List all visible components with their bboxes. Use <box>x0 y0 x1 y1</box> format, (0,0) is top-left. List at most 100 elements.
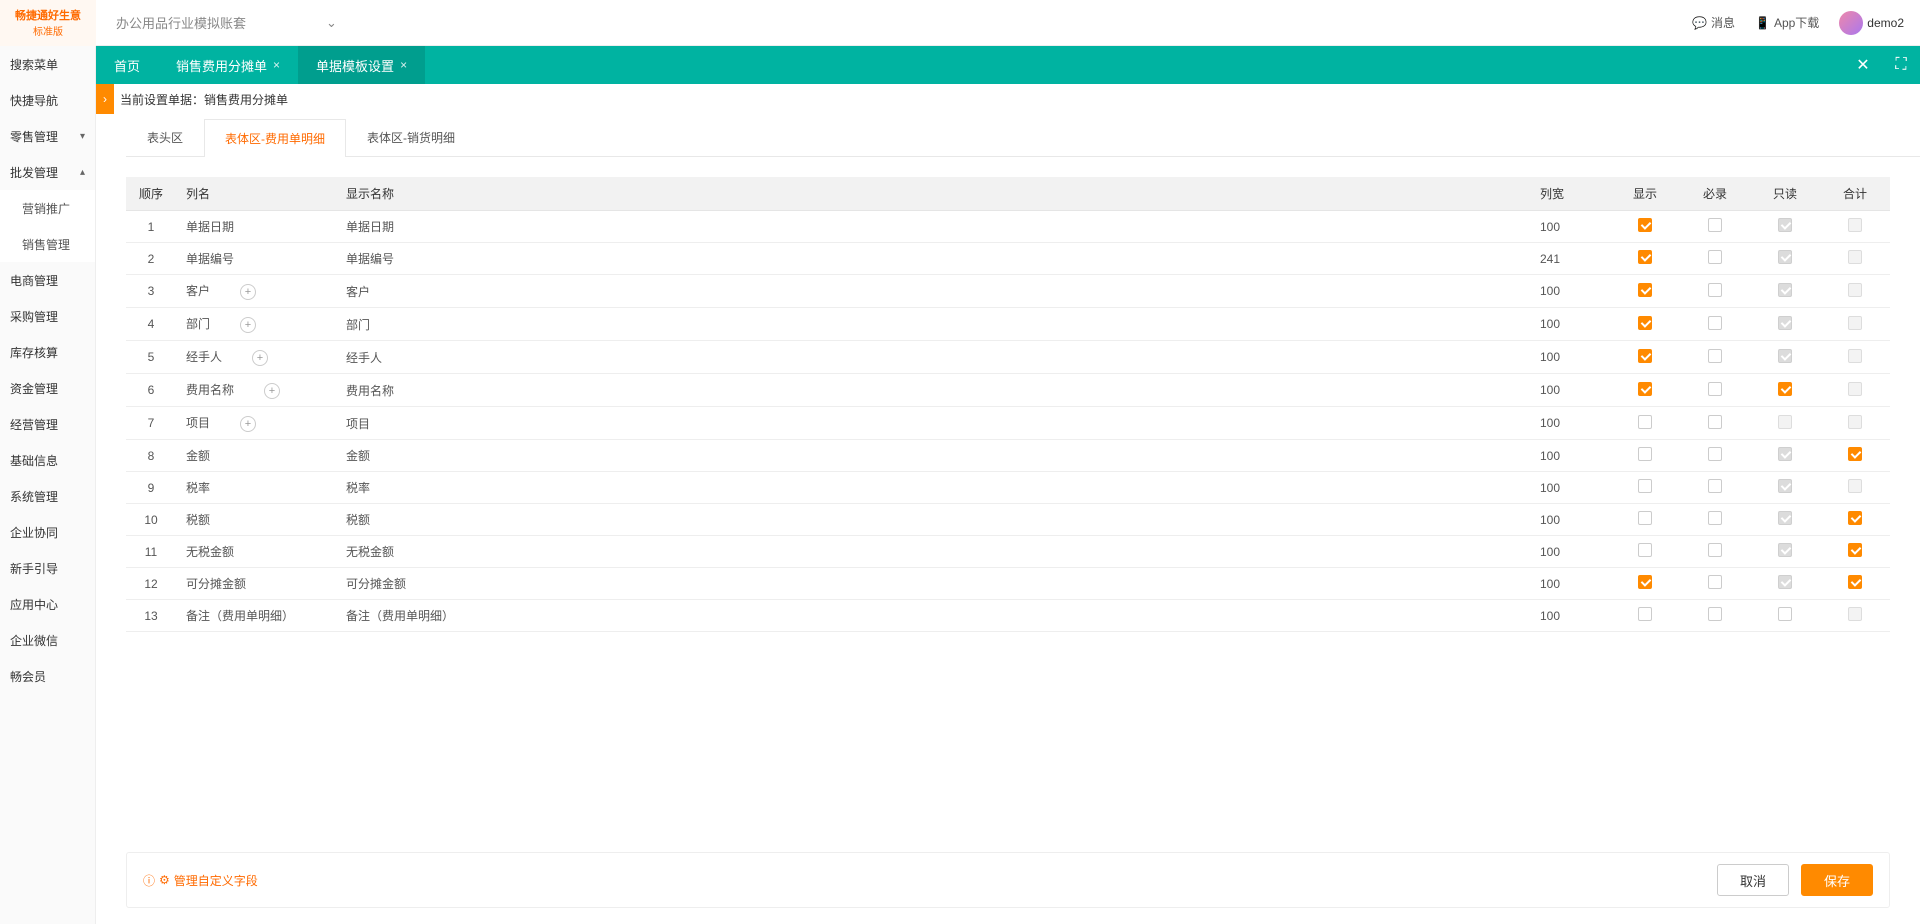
add-column-icon[interactable]: + <box>264 383 280 399</box>
req-checkbox[interactable] <box>1708 447 1722 461</box>
show-checkbox[interactable] <box>1638 447 1652 461</box>
show-checkbox[interactable] <box>1638 349 1652 363</box>
ro-checkbox[interactable] <box>1778 607 1792 621</box>
show-checkbox[interactable] <box>1638 283 1652 297</box>
ro-checkbox[interactable] <box>1778 382 1792 396</box>
sidebar-item-16[interactable]: 企业微信 <box>0 622 95 658</box>
tot-checkbox[interactable] <box>1848 511 1862 525</box>
cancel-button[interactable]: 取消 <box>1717 864 1789 896</box>
manage-custom-fields-link[interactable]: ⓘ ⚙ 管理自定义字段 <box>143 872 258 889</box>
show-checkbox[interactable] <box>1638 511 1652 525</box>
sidebar-item-7[interactable]: 采购管理 <box>0 298 95 334</box>
show-checkbox[interactable] <box>1638 543 1652 557</box>
cell-display-name[interactable]: 无税金额 <box>336 536 1530 568</box>
show-checkbox[interactable] <box>1638 575 1652 589</box>
inner-tab-2[interactable]: 表体区-销货明细 <box>346 118 476 156</box>
close-tabs-icon[interactable]: ✕ <box>1844 46 1882 84</box>
sidebar-item-5[interactable]: 销售管理 <box>0 226 95 262</box>
user-menu[interactable]: demo2 <box>1839 11 1904 35</box>
req-checkbox[interactable] <box>1708 543 1722 557</box>
sidebar-item-3[interactable]: 批发管理▴ <box>0 154 95 190</box>
add-column-icon[interactable]: + <box>252 350 268 366</box>
sidebar-item-13[interactable]: 企业协同 <box>0 514 95 550</box>
cell-width[interactable]: 100 <box>1530 600 1610 632</box>
show-checkbox[interactable] <box>1638 415 1652 429</box>
tab-0[interactable]: 首页 <box>96 46 158 84</box>
sidebar-item-6[interactable]: 电商管理 <box>0 262 95 298</box>
add-column-icon[interactable]: + <box>240 317 256 333</box>
sidebar-item-11[interactable]: 基础信息 <box>0 442 95 478</box>
inner-tab-0[interactable]: 表头区 <box>126 118 204 156</box>
cell-width[interactable]: 100 <box>1530 472 1610 504</box>
sidebar-item-1[interactable]: 快捷导航 <box>0 82 95 118</box>
show-checkbox[interactable] <box>1638 607 1652 621</box>
cell-display-name[interactable]: 单据编号 <box>336 243 1530 275</box>
req-checkbox[interactable] <box>1708 283 1722 297</box>
sidebar-item-4[interactable]: 营销推广 <box>0 190 95 226</box>
show-checkbox[interactable] <box>1638 382 1652 396</box>
cell-display-name[interactable]: 经手人 <box>336 341 1530 374</box>
cell-display-name[interactable]: 税额 <box>336 504 1530 536</box>
req-checkbox[interactable] <box>1708 250 1722 264</box>
req-checkbox[interactable] <box>1708 382 1722 396</box>
add-column-icon[interactable]: + <box>240 284 256 300</box>
cell-display-name[interactable]: 部门 <box>336 308 1530 341</box>
sidebar-item-12[interactable]: 系统管理 <box>0 478 95 514</box>
req-checkbox[interactable] <box>1708 218 1722 232</box>
cell-display-name[interactable]: 金额 <box>336 440 1530 472</box>
sidebar-item-8[interactable]: 库存核算 <box>0 334 95 370</box>
tot-checkbox[interactable] <box>1848 575 1862 589</box>
req-checkbox[interactable] <box>1708 511 1722 525</box>
show-checkbox[interactable] <box>1638 250 1652 264</box>
cell-display-name[interactable]: 项目 <box>336 407 1530 440</box>
cell-width[interactable]: 241 <box>1530 243 1610 275</box>
cell-display-name[interactable]: 可分摊金额 <box>336 568 1530 600</box>
req-checkbox[interactable] <box>1708 607 1722 621</box>
cell-display-name[interactable]: 税率 <box>336 472 1530 504</box>
req-checkbox[interactable] <box>1708 575 1722 589</box>
sidebar-item-2[interactable]: 零售管理▾ <box>0 118 95 154</box>
cell-display-name[interactable]: 费用名称 <box>336 374 1530 407</box>
fullscreen-icon[interactable]: ⛶ <box>1882 46 1920 84</box>
cell-display-name[interactable]: 单据日期 <box>336 211 1530 243</box>
cell-display-name[interactable]: 客户 <box>336 275 1530 308</box>
cell-display-name[interactable]: 备注（费用单明细） <box>336 600 1530 632</box>
sidebar-item-17[interactable]: 畅会员 <box>0 658 95 694</box>
req-checkbox[interactable] <box>1708 415 1722 429</box>
add-column-icon[interactable]: + <box>240 416 256 432</box>
show-checkbox[interactable] <box>1638 218 1652 232</box>
collapse-toggle-icon[interactable]: › <box>96 84 114 114</box>
tot-checkbox[interactable] <box>1848 543 1862 557</box>
req-checkbox[interactable] <box>1708 316 1722 330</box>
sidebar-item-15[interactable]: 应用中心 <box>0 586 95 622</box>
tab-1[interactable]: 销售费用分摊单× <box>158 46 298 84</box>
app-download-button[interactable]: 📱 App下载 <box>1755 14 1819 31</box>
sidebar-item-9[interactable]: 资金管理 <box>0 370 95 406</box>
cell-width[interactable]: 100 <box>1530 308 1610 341</box>
close-icon[interactable]: × <box>273 58 280 72</box>
cell-width[interactable]: 100 <box>1530 568 1610 600</box>
cell-width[interactable]: 100 <box>1530 211 1610 243</box>
req-checkbox[interactable] <box>1708 479 1722 493</box>
cell-width[interactable]: 100 <box>1530 374 1610 407</box>
messages-button[interactable]: 💬 消息 <box>1692 14 1735 31</box>
cell-ro <box>1750 472 1820 504</box>
workspace-selector[interactable]: 办公用品行业模拟账套 ⌄ <box>116 13 337 32</box>
cell-width[interactable]: 100 <box>1530 504 1610 536</box>
cell-width[interactable]: 100 <box>1530 275 1610 308</box>
close-icon[interactable]: × <box>400 58 407 72</box>
sidebar-item-14[interactable]: 新手引导 <box>0 550 95 586</box>
cell-width[interactable]: 100 <box>1530 536 1610 568</box>
inner-tab-1[interactable]: 表体区-费用单明细 <box>204 119 346 157</box>
save-button[interactable]: 保存 <box>1801 864 1873 896</box>
sidebar-item-0[interactable]: 搜索菜单 <box>0 46 95 82</box>
cell-width[interactable]: 100 <box>1530 440 1610 472</box>
sidebar-item-10[interactable]: 经营管理 <box>0 406 95 442</box>
cell-width[interactable]: 100 <box>1530 407 1610 440</box>
show-checkbox[interactable] <box>1638 479 1652 493</box>
tot-checkbox[interactable] <box>1848 447 1862 461</box>
req-checkbox[interactable] <box>1708 349 1722 363</box>
tab-2[interactable]: 单据模板设置× <box>298 46 425 84</box>
show-checkbox[interactable] <box>1638 316 1652 330</box>
cell-width[interactable]: 100 <box>1530 341 1610 374</box>
